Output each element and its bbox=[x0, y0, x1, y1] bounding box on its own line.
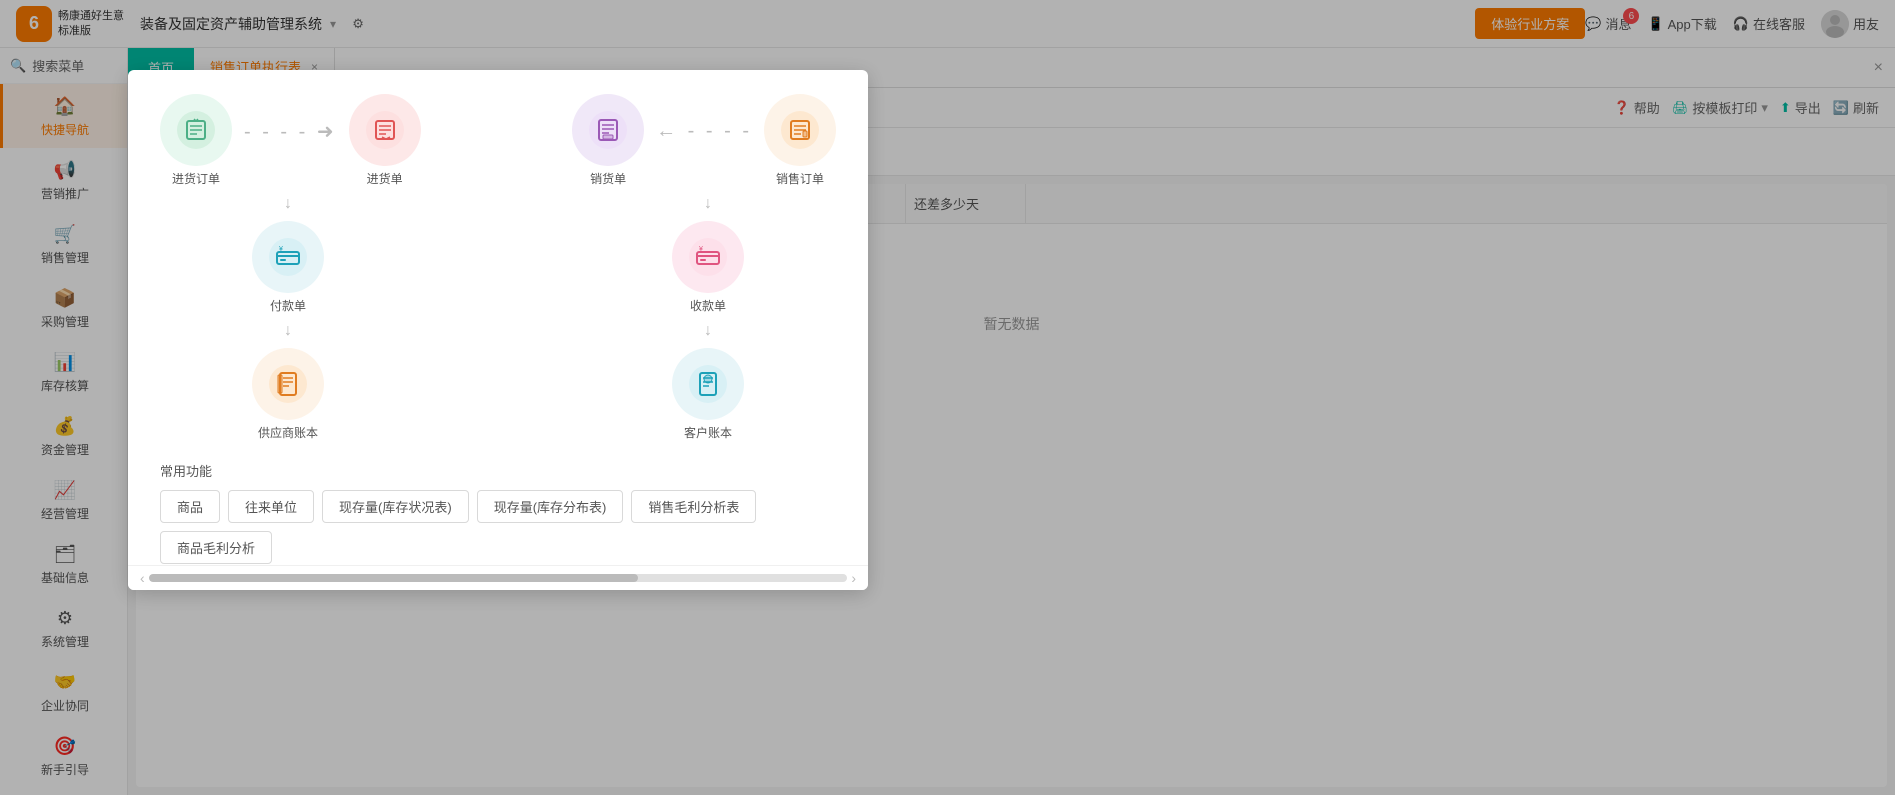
common-functions-section: 常用功能 商品 往来单位 现存量(库存状况表) 现存量(库存分布表) 销售毛利分… bbox=[160, 461, 836, 565]
flow-row-1: 进货订单 - - - - ➜ 进货单 bbox=[160, 94, 836, 187]
flow-node-purchase-slip: 进货单 bbox=[349, 94, 421, 187]
flow-node-payment-slip: ¥ 付款单 bbox=[252, 221, 324, 314]
flow-node-purchase-order: 进货订单 bbox=[160, 94, 232, 187]
flow-node-customer-ledger: 客户账本 bbox=[672, 348, 744, 441]
arrow-down-pay: ↓ bbox=[252, 322, 324, 340]
scroll-thumb bbox=[149, 574, 638, 582]
btn-inventory-dist[interactable]: 现存量(库存分布表) bbox=[477, 490, 624, 523]
arrow-ss-from-so: ← - - - - bbox=[652, 120, 756, 143]
flow-row-3: ¥ 付款单 ¥ 收款单 bbox=[160, 221, 836, 314]
payment-slip-icon[interactable]: ¥ bbox=[252, 221, 324, 293]
flow-row-arrows: ↓ ↓ bbox=[160, 195, 836, 213]
purchase-slip-icon[interactable] bbox=[349, 94, 421, 166]
btn-product-margin[interactable]: 商品毛利分析 bbox=[160, 531, 272, 564]
flow-node-sales-order: 销售订单 bbox=[764, 94, 836, 187]
flow-node-receipt-slip: ¥ 收款单 bbox=[672, 221, 744, 314]
receipt-slip-label: 收款单 bbox=[690, 297, 726, 314]
modal-overlay[interactable]: 进货订单 - - - - ➜ 进货单 bbox=[0, 0, 1895, 795]
modal-body: 进货订单 - - - - ➜ 进货单 bbox=[128, 70, 868, 565]
arrow-down-ps: ↓ bbox=[252, 195, 324, 213]
flow-row-5: 供应商账本 客户账本 bbox=[160, 348, 836, 441]
flow-section: 进货订单 - - - - ➜ 进货单 bbox=[160, 94, 836, 441]
supplier-ledger-label: 供应商账本 bbox=[258, 424, 318, 441]
svg-text:¥: ¥ bbox=[279, 246, 283, 253]
scroll-track[interactable] bbox=[149, 574, 848, 582]
scroll-right-icon[interactable]: › bbox=[847, 570, 860, 586]
sales-order-icon[interactable] bbox=[764, 94, 836, 166]
purchase-order-label: 进货订单 bbox=[172, 170, 220, 187]
svg-text:¥: ¥ bbox=[699, 246, 703, 253]
btn-inventory-status[interactable]: 现存量(库存状况表) bbox=[322, 490, 469, 523]
arrow-down-rec: ↓ bbox=[672, 322, 744, 340]
receipt-slip-icon[interactable]: ¥ bbox=[672, 221, 744, 293]
flow-modal: 进货订单 - - - - ➜ 进货单 bbox=[128, 70, 868, 590]
sales-slip-label: 销货单 bbox=[590, 170, 626, 187]
btn-sales-margin[interactable]: 销售毛利分析表 bbox=[631, 490, 756, 523]
modal-scrollbar: ‹ › bbox=[128, 565, 868, 590]
sales-slip-icon[interactable] bbox=[572, 94, 644, 166]
btn-counterpart[interactable]: 往来单位 bbox=[228, 490, 314, 523]
common-functions-title: 常用功能 bbox=[160, 461, 836, 480]
arrow-po-to-ps: - - - - ➜ bbox=[240, 119, 341, 144]
arrow-down-ss: ↓ bbox=[672, 195, 744, 213]
payment-slip-label: 付款单 bbox=[270, 297, 306, 314]
flow-node-supplier-ledger: 供应商账本 bbox=[252, 348, 324, 441]
supplier-ledger-icon[interactable] bbox=[252, 348, 324, 420]
sales-order-label: 销售订单 bbox=[776, 170, 824, 187]
purchase-order-icon[interactable] bbox=[160, 94, 232, 166]
purchase-slip-label: 进货单 bbox=[367, 170, 403, 187]
flow-node-sales-slip: 销货单 bbox=[572, 94, 644, 187]
customer-ledger-label: 客户账本 bbox=[684, 424, 732, 441]
flow-row-arrows2: ↓ ↓ bbox=[160, 322, 836, 340]
btn-product[interactable]: 商品 bbox=[160, 490, 220, 523]
scroll-left-icon[interactable]: ‹ bbox=[136, 570, 149, 586]
common-buttons-row-1: 商品 往来单位 现存量(库存状况表) 现存量(库存分布表) 销售毛利分析表 商品… bbox=[160, 490, 836, 564]
customer-ledger-icon[interactable] bbox=[672, 348, 744, 420]
